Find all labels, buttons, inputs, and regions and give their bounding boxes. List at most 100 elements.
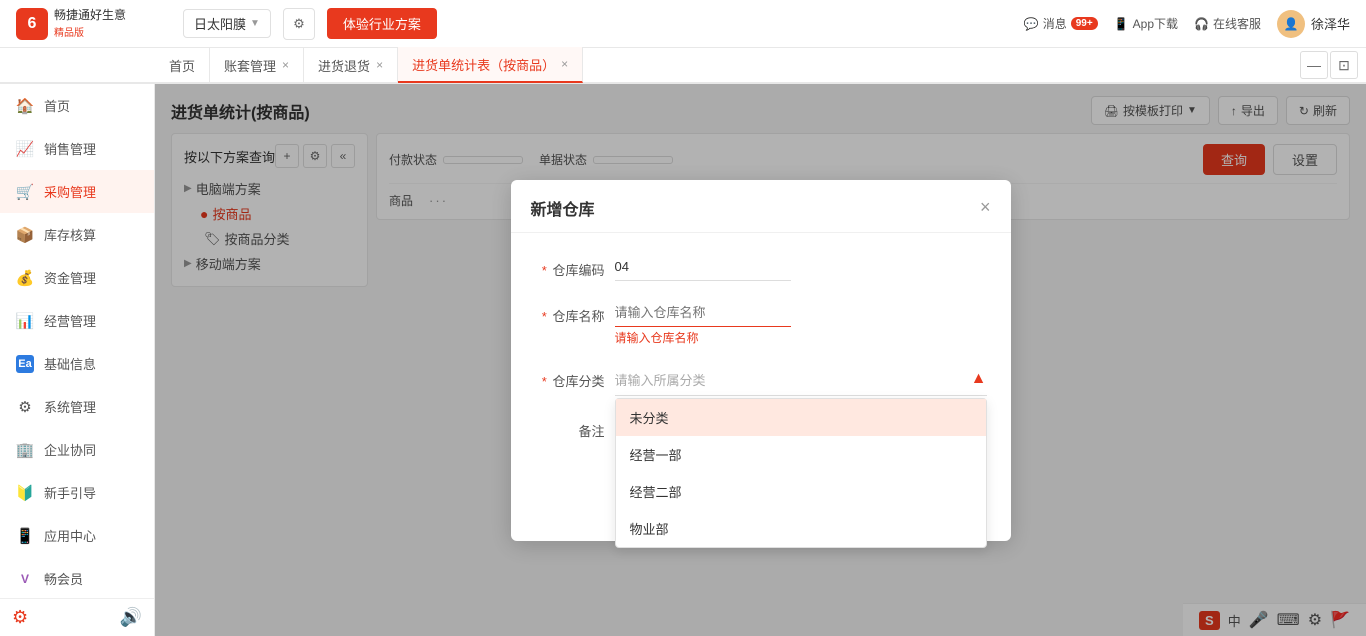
tab-purchase-return-close[interactable]: × (376, 58, 383, 72)
enterprise-icon: 🏢 (16, 441, 34, 459)
sidebar-volume-icon[interactable]: 🔊 (120, 607, 142, 628)
modal-title: 新增仓库 (531, 196, 595, 220)
sidebar-item-sales-label: 销售管理 (44, 139, 96, 158)
sidebar-item-purchase-label: 采购管理 (44, 182, 96, 201)
modal-header: 新增仓库 × (511, 180, 1011, 233)
tab-right-buttons: — ⊡ (1300, 51, 1366, 79)
dropdown-item-uncategorized[interactable]: 未分类 (616, 399, 986, 436)
tab-maximize-button[interactable]: ⊡ (1330, 51, 1358, 79)
modal-body: * 仓库编码 * 仓库名称 (511, 233, 1011, 480)
guide-icon: 🔰 (16, 484, 34, 502)
sidebar-item-sales[interactable]: 📈 销售管理 (0, 127, 154, 170)
dropdown-item-dept1[interactable]: 经营一部 (616, 436, 986, 473)
modal-overlay: 新增仓库 × * 仓库编码 (155, 84, 1366, 636)
header-right: 💬 消息 99+ 📱 App下载 🎧 在线客服 👤 徐泽华 (1024, 10, 1350, 38)
tab-purchase-stats-close[interactable]: × (561, 57, 568, 71)
sidebar-item-member[interactable]: V 畅会员 (0, 557, 154, 600)
name-label: * 仓库名称 (535, 299, 615, 325)
chevron-up-icon: ▲ (971, 370, 987, 388)
tab-bar: 首页 账套管理 × 进货退货 × 进货单统计表（按商品） × — ⊡ (0, 48, 1366, 84)
logo-text: 畅捷通好生意 (54, 8, 126, 24)
tab-home-label: 首页 (169, 56, 195, 75)
category-field-row: * 仓库分类 请输入所属分类 ▲ 未分类 经营一部 (535, 364, 987, 396)
sidebar-item-finance-label: 资金管理 (44, 268, 96, 287)
app-logo: 6 (16, 8, 48, 40)
main-layout: 🏠 首页 📈 销售管理 🛒 采购管理 📦 库存核算 💰 资金管理 📊 经营管理 … (0, 84, 1366, 636)
sidebar-item-guide-label: 新手引导 (44, 483, 96, 502)
sidebar-item-inventory-label: 库存核算 (44, 225, 96, 244)
member-icon: V (16, 570, 34, 588)
sidebar-item-home-label: 首页 (44, 96, 70, 115)
phone-icon: 📱 (1114, 17, 1129, 31)
tab-purchase-stats-label: 进货单统计表（按商品） (412, 55, 555, 74)
modal-close-button[interactable]: × (980, 197, 991, 218)
tab-purchase-stats[interactable]: 进货单统计表（按商品） × (398, 47, 583, 83)
add-warehouse-modal: 新增仓库 × * 仓库编码 (511, 180, 1011, 541)
code-field-row: * 仓库编码 (535, 253, 987, 281)
user-info[interactable]: 👤 徐泽华 (1277, 10, 1350, 38)
sidebar-item-home[interactable]: 🏠 首页 (0, 84, 154, 127)
note-label: 备注 (535, 414, 615, 440)
store-name: 日太阳膜 (194, 14, 246, 33)
sidebar-item-guide[interactable]: 🔰 新手引导 (0, 471, 154, 514)
sidebar-item-enterprise[interactable]: 🏢 企业协同 (0, 428, 154, 471)
online-service-label: 在线客服 (1213, 15, 1261, 32)
purchase-icon: 🛒 (16, 183, 34, 201)
name-field-row: * 仓库名称 请输入仓库名称 (535, 299, 987, 346)
category-dropdown-list: 未分类 经营一部 经营二部 物业部 (615, 398, 987, 548)
inventory-icon: 📦 (16, 226, 34, 244)
code-input[interactable] (615, 253, 791, 281)
sidebar-item-operations[interactable]: 📊 经营管理 (0, 299, 154, 342)
sidebar-item-inventory[interactable]: 📦 库存核算 (0, 213, 154, 256)
sidebar-item-finance[interactable]: 💰 资金管理 (0, 256, 154, 299)
message-badge: 99+ (1071, 17, 1098, 30)
tab-minimize-button[interactable]: — (1300, 51, 1328, 79)
sidebar-item-enterprise-label: 企业协同 (44, 440, 96, 459)
category-label: * 仓库分类 (535, 364, 615, 390)
sidebar-item-purchase[interactable]: 🛒 采购管理 (0, 170, 154, 213)
message-icon: 💬 (1024, 17, 1039, 31)
app-center-icon: 📱 (16, 527, 34, 545)
sidebar-item-app-center-label: 应用中心 (44, 526, 96, 545)
store-selector[interactable]: 日太阳膜 ▼ (183, 9, 271, 38)
content-area: 进货单统计(按商品) 🖨 按模板打印 ▼ ↑ 导出 ↻ 刷新 (155, 84, 1366, 636)
headphone-icon: 🎧 (1194, 17, 1209, 31)
sidebar: 🏠 首页 📈 销售管理 🛒 采购管理 📦 库存核算 💰 资金管理 📊 经营管理 … (0, 84, 155, 636)
tab-purchase-return[interactable]: 进货退货 × (304, 47, 398, 83)
trial-button[interactable]: 体验行业方案 (327, 8, 437, 39)
settings-icon[interactable]: ⚙ (283, 8, 315, 40)
logo-area: 6 畅捷通好生意 精品版 (16, 8, 171, 40)
sidebar-item-system[interactable]: ⚙ 系统管理 (0, 385, 154, 428)
online-service-item[interactable]: 🎧 在线客服 (1194, 15, 1261, 32)
name-input[interactable] (615, 299, 791, 327)
tab-account-close[interactable]: × (282, 58, 289, 72)
app-download-item[interactable]: 📱 App下载 (1114, 15, 1178, 32)
app-download-label: App下载 (1133, 15, 1178, 32)
sidebar-settings-icon[interactable]: ⚙ (12, 607, 28, 628)
sidebar-item-member-label: 畅会员 (44, 569, 83, 588)
base-info-icon: Ea (16, 355, 34, 373)
operations-icon: 📊 (16, 312, 34, 330)
message-label: 消息 (1043, 15, 1067, 32)
sidebar-item-base-info[interactable]: Ea 基础信息 (0, 342, 154, 385)
message-item[interactable]: 💬 消息 99+ (1024, 15, 1098, 32)
sidebar-item-system-label: 系统管理 (44, 397, 96, 416)
category-dropdown[interactable]: 请输入所属分类 ▲ (615, 364, 987, 396)
tab-home[interactable]: 首页 (155, 47, 210, 83)
system-icon: ⚙ (16, 398, 34, 416)
category-placeholder: 请输入所属分类 (615, 370, 706, 389)
sidebar-item-base-info-label: 基础信息 (44, 354, 96, 373)
tab-purchase-return-label: 进货退货 (318, 56, 370, 75)
sidebar-item-app-center[interactable]: 📱 应用中心 (0, 514, 154, 557)
dropdown-item-dept3[interactable]: 物业部 (616, 510, 986, 547)
logo-sub: 精品版 (54, 24, 126, 39)
code-label: * 仓库编码 (535, 253, 615, 279)
dropdown-item-dept2[interactable]: 经营二部 (616, 473, 986, 510)
avatar: 👤 (1277, 10, 1305, 38)
chevron-down-icon: ▼ (250, 18, 260, 29)
top-header: 6 畅捷通好生意 精品版 日太阳膜 ▼ ⚙ 体验行业方案 💬 消息 99+ 📱 … (0, 0, 1366, 48)
sales-icon: 📈 (16, 140, 34, 158)
name-error-message: 请输入仓库名称 (615, 329, 987, 346)
sidebar-item-operations-label: 经营管理 (44, 311, 96, 330)
tab-account[interactable]: 账套管理 × (210, 47, 304, 83)
